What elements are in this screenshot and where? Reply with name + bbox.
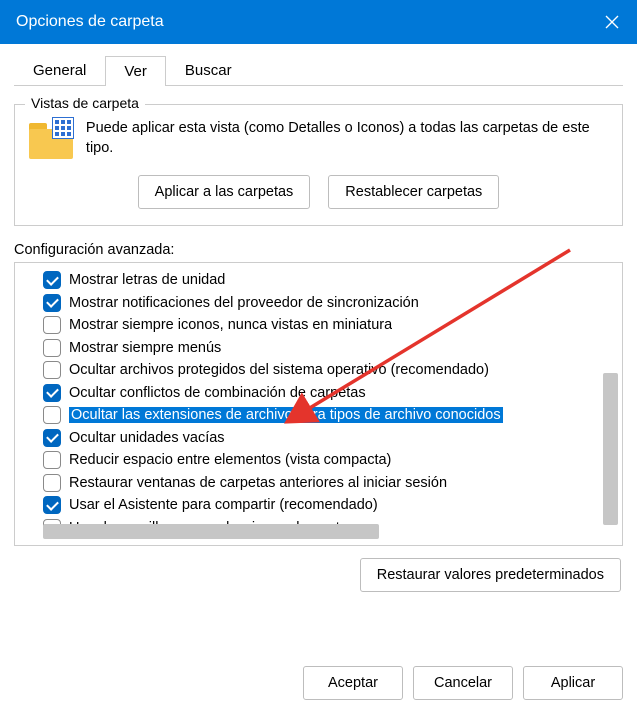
- close-button[interactable]: [587, 0, 637, 44]
- checkbox[interactable]: [43, 294, 61, 312]
- checkbox[interactable]: [43, 451, 61, 469]
- tab-buscar[interactable]: Buscar: [166, 55, 251, 85]
- checkbox[interactable]: [43, 339, 61, 357]
- restore-defaults-button[interactable]: Restaurar valores predeterminados: [360, 558, 621, 592]
- tab-ver[interactable]: Ver: [105, 56, 166, 86]
- advanced-item-label: Ocultar las extensiones de archivo para …: [69, 407, 503, 423]
- checkbox[interactable]: [43, 429, 61, 447]
- ok-button[interactable]: Aceptar: [303, 666, 403, 700]
- advanced-item-label: Restaurar ventanas de carpetas anteriore…: [69, 475, 447, 491]
- horizontal-scrollbar[interactable]: [43, 524, 379, 539]
- advanced-item[interactable]: Ocultar unidades vacías: [43, 427, 592, 450]
- folder-views-description: Puede aplicar esta vista (como Detalles …: [86, 119, 608, 158]
- folder-views-group: Vistas de carpeta Puede aplicar esta vis…: [14, 104, 623, 226]
- advanced-item-label: Reducir espacio entre elementos (vista c…: [69, 452, 391, 468]
- advanced-settings-label: Configuración avanzada:: [14, 242, 623, 258]
- close-icon: [605, 15, 619, 29]
- advanced-item[interactable]: Mostrar letras de unidad: [43, 269, 592, 292]
- advanced-item[interactable]: Ocultar las extensiones de archivo para …: [43, 404, 592, 427]
- reset-folders-button[interactable]: Restablecer carpetas: [328, 175, 499, 209]
- window-title: Opciones de carpeta: [16, 13, 164, 31]
- advanced-item[interactable]: Mostrar siempre menús: [43, 337, 592, 360]
- tab-general[interactable]: General: [14, 55, 105, 85]
- checkbox[interactable]: [43, 496, 61, 514]
- advanced-item-label: Mostrar letras de unidad: [69, 272, 225, 288]
- apply-button[interactable]: Aplicar: [523, 666, 623, 700]
- advanced-item[interactable]: Reducir espacio entre elementos (vista c…: [43, 449, 592, 472]
- advanced-settings-list[interactable]: Mostrar letras de unidad Mostrar notifica…: [14, 262, 623, 546]
- checkbox[interactable]: [43, 271, 61, 289]
- cancel-button[interactable]: Cancelar: [413, 666, 513, 700]
- advanced-item-label: Mostrar siempre iconos, nunca vistas en …: [69, 317, 392, 333]
- tab-strip: General Ver Buscar: [14, 54, 623, 86]
- advanced-item-label: Ocultar unidades vacías: [69, 430, 225, 446]
- checkbox[interactable]: [43, 316, 61, 334]
- advanced-item[interactable]: Ocultar archivos protegidos del sistema …: [43, 359, 592, 382]
- apply-to-folders-button[interactable]: Aplicar a las carpetas: [138, 175, 311, 209]
- folder-views-title: Vistas de carpeta: [25, 95, 145, 111]
- checkbox[interactable]: [43, 474, 61, 492]
- checkbox[interactable]: [43, 361, 61, 379]
- folder-options-icon: [29, 119, 72, 159]
- advanced-item[interactable]: Usar el Asistente para compartir (recome…: [43, 494, 592, 517]
- checkbox[interactable]: [43, 384, 61, 402]
- advanced-item-label: Mostrar siempre menús: [69, 340, 221, 356]
- advanced-item[interactable]: Ocultar conflictos de combinación de car…: [43, 382, 592, 405]
- checkbox[interactable]: [43, 406, 61, 424]
- advanced-item[interactable]: Mostrar notificaciones del proveedor de …: [43, 292, 592, 315]
- advanced-item-label: Ocultar archivos protegidos del sistema …: [69, 362, 489, 378]
- advanced-item[interactable]: Restaurar ventanas de carpetas anteriore…: [43, 472, 592, 495]
- advanced-item[interactable]: Mostrar siempre iconos, nunca vistas en …: [43, 314, 592, 337]
- advanced-item-label: Mostrar notificaciones del proveedor de …: [69, 295, 419, 311]
- dialog-buttons: Aceptar Cancelar Aplicar: [303, 666, 623, 700]
- advanced-item-label: Usar el Asistente para compartir (recome…: [69, 497, 378, 513]
- title-bar: Opciones de carpeta: [0, 0, 637, 44]
- advanced-item-label: Ocultar conflictos de combinación de car…: [69, 385, 366, 401]
- vertical-scrollbar[interactable]: [603, 373, 618, 525]
